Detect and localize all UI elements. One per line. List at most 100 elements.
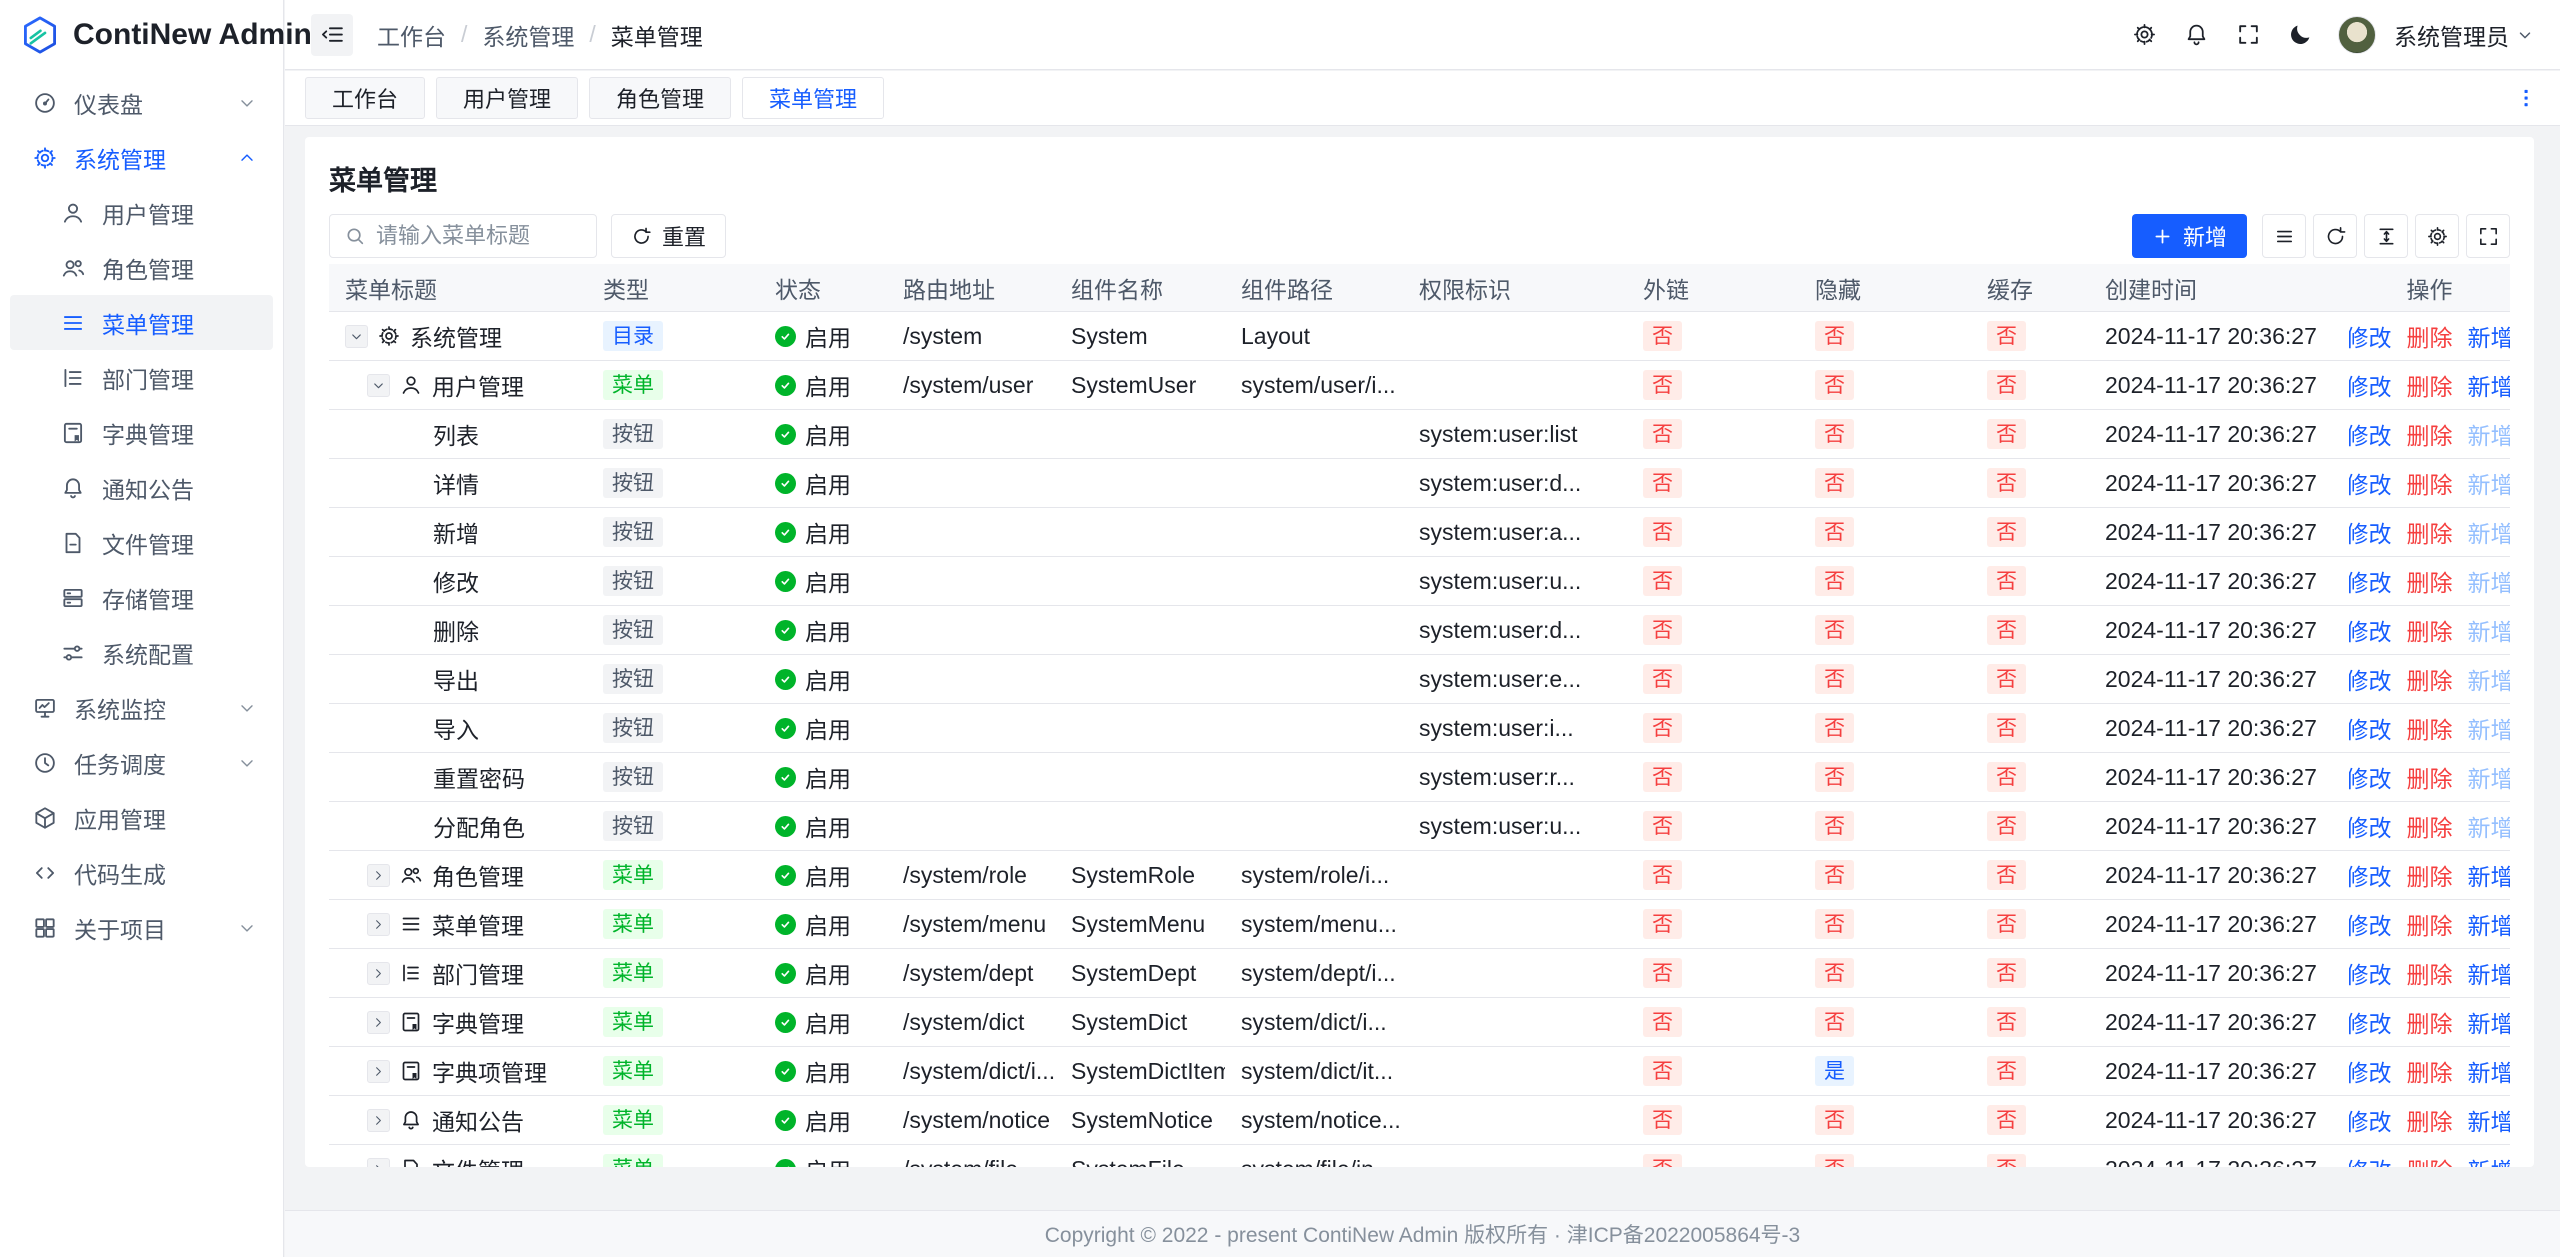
edit-link[interactable]: 修改 xyxy=(2349,368,2392,402)
edit-link[interactable]: 修改 xyxy=(2349,466,2392,500)
sidebar-item-monitor[interactable]: 系统监控 xyxy=(10,680,273,735)
edit-link[interactable]: 修改 xyxy=(2349,809,2392,843)
delete-link[interactable]: 删除 xyxy=(2407,662,2453,696)
sidebar-item-bell[interactable]: 通知公告 xyxy=(10,460,273,515)
sidebar-item-dashboard[interactable]: 仪表盘 xyxy=(10,75,273,130)
tab-用户管理[interactable]: 用户管理 xyxy=(436,77,578,119)
gear-tool-button[interactable] xyxy=(2415,214,2459,258)
add-child-link[interactable]: 新增 xyxy=(2468,1103,2511,1137)
tab-工作台[interactable]: 工作台 xyxy=(305,77,425,119)
delete-link[interactable]: 删除 xyxy=(2407,613,2453,647)
sidebar-item-dict[interactable]: 字典管理 xyxy=(10,405,273,460)
add-child-link[interactable]: 新增 xyxy=(2468,319,2511,353)
edit-link[interactable]: 修改 xyxy=(2349,417,2392,451)
delete-link[interactable]: 删除 xyxy=(2407,1103,2453,1137)
edit-link[interactable]: 修改 xyxy=(2349,1152,2392,1167)
sidebar-collapse-button[interactable] xyxy=(311,14,353,56)
type-cell: 菜单 xyxy=(587,860,759,890)
add-child-link[interactable]: 新增 xyxy=(2468,1005,2511,1039)
collapse-row-button[interactable] xyxy=(367,374,390,397)
edit-link[interactable]: 修改 xyxy=(2349,564,2392,598)
external-cell: 否 xyxy=(1627,566,1799,596)
expand-row-button[interactable] xyxy=(367,1109,390,1132)
expand-row-button[interactable] xyxy=(367,1011,390,1034)
delete-link[interactable]: 删除 xyxy=(2407,368,2453,402)
sidebar-item-config[interactable]: 系统配置 xyxy=(10,625,273,680)
refresh-tool-button[interactable] xyxy=(2313,214,2357,258)
delete-link[interactable]: 删除 xyxy=(2407,319,2453,353)
sidebar-item-code[interactable]: 代码生成 xyxy=(10,845,273,900)
edit-link[interactable]: 修改 xyxy=(2349,760,2392,794)
file-icon xyxy=(399,1157,423,1167)
dark-mode-button[interactable] xyxy=(2278,13,2322,57)
sidebar-item-file[interactable]: 文件管理 xyxy=(10,515,273,570)
delete-link[interactable]: 删除 xyxy=(2407,760,2453,794)
sidebar-item-user[interactable]: 用户管理 xyxy=(10,185,273,240)
delete-link[interactable]: 删除 xyxy=(2407,711,2453,745)
add-child-link[interactable]: 新增 xyxy=(2468,1152,2511,1167)
edit-link[interactable]: 修改 xyxy=(2349,1103,2392,1137)
menu-icon xyxy=(399,912,423,936)
sidebar-item-gear[interactable]: 系统管理 xyxy=(10,130,273,185)
edit-link[interactable]: 修改 xyxy=(2349,1005,2392,1039)
edit-link[interactable]: 修改 xyxy=(2349,907,2392,941)
breadcrumb-item[interactable]: 工作台 xyxy=(377,18,446,52)
delete-link[interactable]: 删除 xyxy=(2407,1054,2453,1088)
edit-link[interactable]: 修改 xyxy=(2349,662,2392,696)
expand-row-button[interactable] xyxy=(367,913,390,936)
search-input[interactable] xyxy=(376,223,582,249)
line-height-tool-button[interactable] xyxy=(2364,214,2408,258)
add-child-link[interactable]: 新增 xyxy=(2468,368,2511,402)
add-child-link[interactable]: 新增 xyxy=(2468,907,2511,941)
config-icon xyxy=(60,640,86,666)
sidebar-item-storage[interactable]: 存储管理 xyxy=(10,570,273,625)
add-child-link[interactable]: 新增 xyxy=(2468,858,2511,892)
tab-more-button[interactable] xyxy=(2506,78,2546,118)
breadcrumb-item[interactable]: 系统管理 xyxy=(482,18,574,52)
expand-row-button[interactable] xyxy=(367,1060,390,1083)
status-enabled-icon xyxy=(775,767,796,788)
tab-菜单管理[interactable]: 菜单管理 xyxy=(742,77,884,119)
sidebar-item-dept[interactable]: 部门管理 xyxy=(10,350,273,405)
edit-link[interactable]: 修改 xyxy=(2349,956,2392,990)
user-menu[interactable]: 系统管理员 xyxy=(2394,18,2534,52)
expand-row-button[interactable] xyxy=(367,1158,390,1168)
list-tool-button[interactable] xyxy=(2262,214,2306,258)
delete-link[interactable]: 删除 xyxy=(2407,564,2453,598)
sidebar-item-clock[interactable]: 任务调度 xyxy=(10,735,273,790)
edit-link[interactable]: 修改 xyxy=(2349,1054,2392,1088)
delete-link[interactable]: 删除 xyxy=(2407,417,2453,451)
fullscreen-button[interactable] xyxy=(2226,13,2270,57)
edit-link[interactable]: 修改 xyxy=(2349,613,2392,647)
expand-row-button[interactable] xyxy=(367,962,390,985)
breadcrumb-item[interactable]: 菜单管理 xyxy=(611,18,703,52)
delete-link[interactable]: 删除 xyxy=(2407,1152,2453,1167)
delete-link[interactable]: 删除 xyxy=(2407,466,2453,500)
expand-row-button[interactable] xyxy=(367,864,390,887)
delete-link[interactable]: 删除 xyxy=(2407,809,2453,843)
edit-link[interactable]: 修改 xyxy=(2349,858,2392,892)
sidebar-item-grid[interactable]: 关于项目 xyxy=(10,900,273,955)
edit-link[interactable]: 修改 xyxy=(2349,711,2392,745)
sidebar-item-app[interactable]: 应用管理 xyxy=(10,790,273,845)
delete-link[interactable]: 删除 xyxy=(2407,515,2453,549)
sidebar-item-menu[interactable]: 菜单管理 xyxy=(10,295,273,350)
add-child-link[interactable]: 新增 xyxy=(2468,1054,2511,1088)
notifications-button[interactable] xyxy=(2174,13,2218,57)
add-button[interactable]: 新增 xyxy=(2132,214,2247,258)
reset-button[interactable]: 重置 xyxy=(611,214,726,258)
edit-link[interactable]: 修改 xyxy=(2349,515,2392,549)
delete-link[interactable]: 删除 xyxy=(2407,956,2453,990)
collapse-row-button[interactable] xyxy=(345,325,368,348)
tab-角色管理[interactable]: 角色管理 xyxy=(589,77,731,119)
edit-link[interactable]: 修改 xyxy=(2349,319,2392,353)
expand-tool-button[interactable] xyxy=(2466,214,2510,258)
settings-button[interactable] xyxy=(2122,13,2166,57)
permission-cell: system:user:d... xyxy=(1403,470,1627,497)
sidebar-item-users[interactable]: 角色管理 xyxy=(10,240,273,295)
delete-link[interactable]: 删除 xyxy=(2407,858,2453,892)
delete-link[interactable]: 删除 xyxy=(2407,1005,2453,1039)
delete-link[interactable]: 删除 xyxy=(2407,907,2453,941)
add-child-link[interactable]: 新增 xyxy=(2468,956,2511,990)
avatar[interactable] xyxy=(2338,16,2376,54)
